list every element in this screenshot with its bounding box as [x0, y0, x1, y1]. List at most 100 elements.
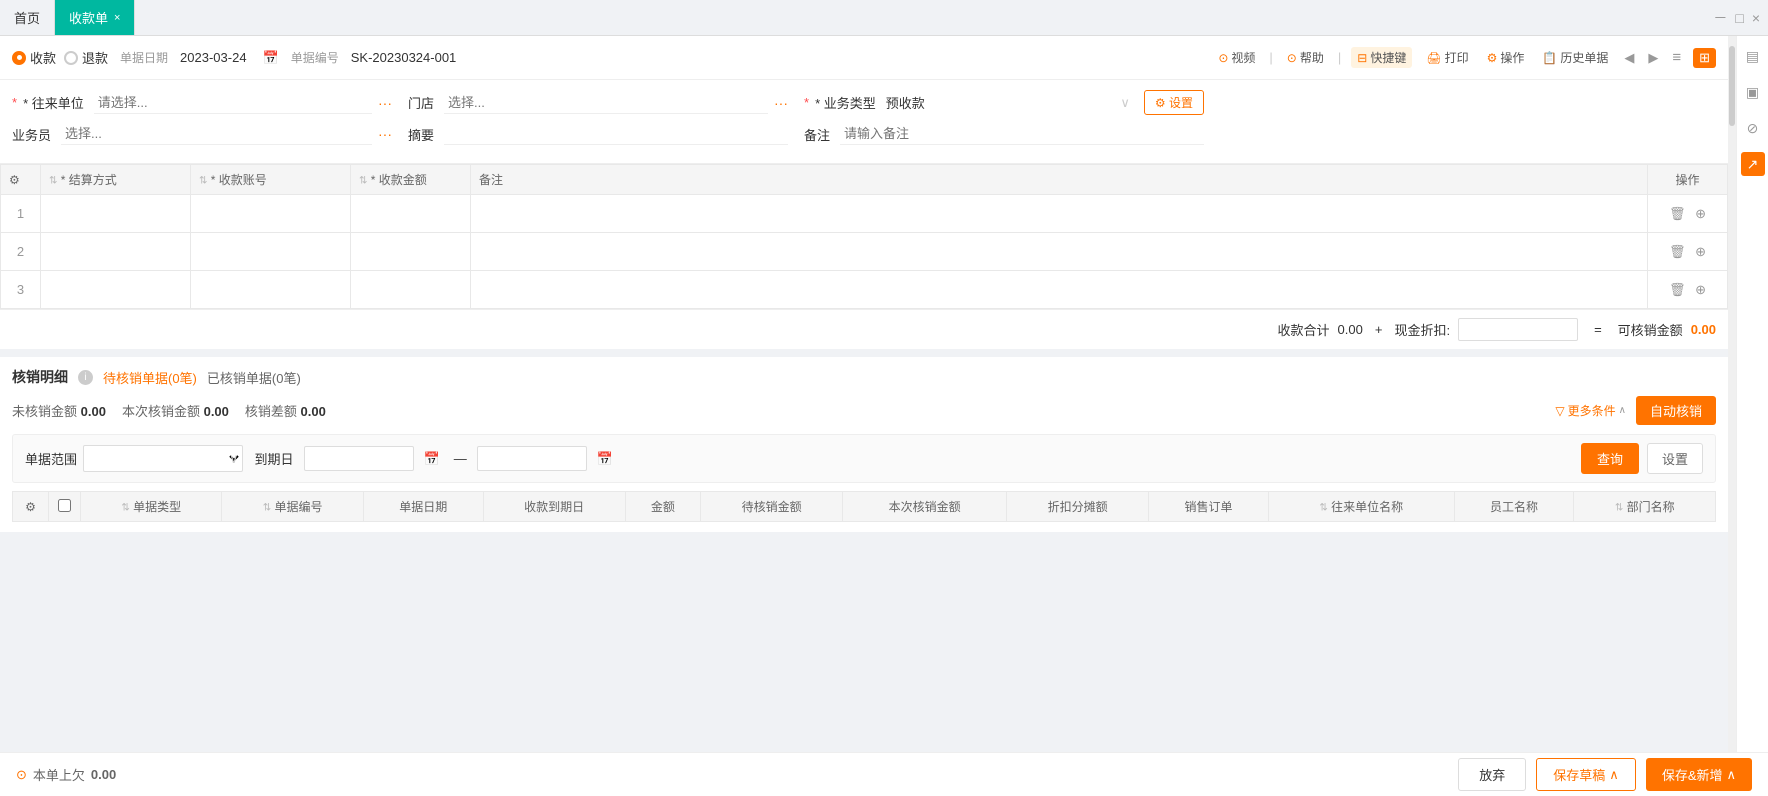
filter-icon: ▽ — [1555, 404, 1564, 418]
main-content: 收款 退款 单据日期 2023-03-24 📅 单据编号 SK-20230324… — [0, 36, 1728, 752]
tab-current[interactable]: 收款单 × — [55, 0, 135, 35]
col-settings-header[interactable]: ⚙ — [1, 165, 41, 195]
delete-icon-2[interactable]: 🗑 — [1669, 244, 1686, 259]
tab-home-label: 首页 — [14, 8, 40, 27]
row-remarks-1[interactable] — [471, 195, 1648, 233]
row-settlement-3[interactable] — [41, 271, 191, 309]
btn-shortcut[interactable]: ⊟ 快捷键 — [1351, 47, 1412, 68]
equals-sign: = — [1594, 322, 1602, 337]
row-settlement-1[interactable] — [41, 195, 191, 233]
bottom-col-doc-num: ⇅ 单据编号 — [222, 492, 363, 522]
diff-stat: 核销差额 0.00 — [245, 401, 326, 420]
partner-input[interactable] — [94, 92, 372, 114]
calendar-icon[interactable]: 📅 — [263, 50, 279, 66]
abandon-btn[interactable]: 放弃 — [1458, 758, 1526, 791]
operation-icon: ⚙ — [1487, 51, 1498, 65]
save-new-btn[interactable]: 保存&新增 ∧ — [1646, 758, 1752, 791]
more-conditions-btn[interactable]: ▽ 更多条件 ∧ — [1555, 402, 1626, 419]
upper-limit-value: 0.00 — [91, 767, 116, 782]
save-new-chevron: ∧ — [1726, 767, 1736, 783]
right-panel-icon-4[interactable]: ↗ — [1741, 152, 1765, 176]
window-controls: － □ × — [1713, 8, 1768, 28]
payment-type-group: 收款 退款 — [12, 48, 108, 67]
query-btn[interactable]: 查询 — [1581, 443, 1639, 474]
summary-input[interactable] — [444, 123, 788, 145]
row-remarks-2[interactable] — [471, 233, 1648, 271]
radio-shoukuan[interactable]: 收款 — [12, 48, 56, 67]
save-draft-btn[interactable]: 保存草稿 ∧ — [1536, 758, 1636, 791]
delete-icon-1[interactable]: 🗑 — [1669, 206, 1686, 221]
nav-right-btn[interactable]: ▶ — [1646, 50, 1660, 66]
btn-print[interactable]: 🖨 打印 — [1422, 47, 1472, 68]
store-more-btn[interactable]: ··· — [774, 95, 788, 111]
right-panel-icon-2[interactable]: ▣ — [1741, 80, 1765, 104]
row-amount-3[interactable] — [351, 271, 471, 309]
nav-new-btn[interactable]: ⊞ — [1693, 48, 1716, 68]
copy-icon-3[interactable]: ⊕ — [1695, 282, 1706, 297]
staff-more-btn[interactable]: ··· — [378, 126, 392, 142]
date-to-input[interactable]: 2022-04-12 — [477, 446, 587, 471]
business-type-chevron[interactable]: ∨ — [1120, 95, 1130, 111]
date-from-input[interactable]: 2022-04-01 — [304, 446, 414, 471]
bottom-col-dept: ⇅ 部门名称 — [1574, 492, 1716, 522]
remarks-input[interactable] — [840, 123, 1204, 145]
row-actions-2: 🗑 ⊕ — [1648, 233, 1728, 271]
staff-input[interactable] — [61, 123, 372, 145]
table-row: 2 🗑 ⊕ — [1, 233, 1728, 271]
completed-tab-link[interactable]: 已核销单据(0笔) — [207, 368, 301, 387]
tab-close-icon[interactable]: × — [114, 12, 120, 24]
row-remarks-3[interactable] — [471, 271, 1648, 309]
radio-tuikuan[interactable]: 退款 — [64, 48, 108, 67]
date-label: 单据日期 — [120, 49, 168, 66]
settings-btn[interactable]: ⚙ 设置 — [1144, 90, 1204, 115]
right-panel-icon-3[interactable]: ⊘ — [1741, 116, 1765, 140]
row-account-1[interactable] — [191, 195, 351, 233]
bottom-col-pending: 待核销金额 — [701, 492, 843, 522]
reconcile-info-icon[interactable]: i — [78, 370, 93, 385]
bottom-col-settings[interactable]: ⚙ — [13, 492, 49, 522]
store-input[interactable] — [444, 92, 768, 114]
date-cal-1[interactable]: 📅 — [424, 451, 440, 467]
right-panel-icon-1[interactable]: ▤ — [1741, 44, 1765, 68]
row-amount-1[interactable] — [351, 195, 471, 233]
btn-operation[interactable]: ⚙ 操作 — [1483, 47, 1529, 68]
row-settlement-2[interactable] — [41, 233, 191, 271]
close-btn[interactable]: × — [1752, 10, 1760, 26]
search-setting-btn[interactable]: 设置 — [1647, 443, 1703, 474]
nav-list-btn[interactable]: ≡ — [1670, 49, 1683, 66]
search-form: 单据范围 ∨ 到期日 2022-04-01 📅 — 2022-04-12 📅 查… — [12, 434, 1716, 483]
select-all-checkbox[interactable] — [58, 499, 71, 512]
btn-video[interactable]: ⊙ 视频 — [1214, 47, 1259, 68]
range-select[interactable] — [83, 445, 243, 472]
summary-label: 摘要 — [408, 125, 434, 144]
upper-limit-label: 本单上欠 — [33, 765, 85, 784]
row-num-3: 3 — [1, 271, 41, 309]
save-draft-chevron: ∧ — [1609, 767, 1619, 783]
sort-icon: ⇅ — [49, 175, 57, 186]
row-account-2[interactable] — [191, 233, 351, 271]
scroll-track[interactable] — [1728, 36, 1736, 752]
btn-help[interactable]: ⊙ 帮助 — [1283, 47, 1328, 68]
copy-icon-2[interactable]: ⊕ — [1695, 244, 1706, 259]
tab-current-label: 收款单 — [69, 8, 108, 27]
bottom-col-doc-date: 单据日期 — [363, 492, 483, 522]
sep1: | — [1269, 50, 1272, 65]
auto-reconcile-btn[interactable]: 自动核销 — [1636, 396, 1716, 425]
partner-more-btn[interactable]: ··· — [378, 95, 392, 111]
date-cal-2[interactable]: 📅 — [597, 451, 613, 467]
pending-tab-link[interactable]: 待核销单据(0笔) — [103, 368, 197, 387]
nav-left-btn[interactable]: ◀ — [1622, 50, 1636, 66]
tab-home[interactable]: 首页 — [0, 0, 55, 35]
date-label: 到期日 — [255, 449, 294, 468]
copy-icon-1[interactable]: ⊕ — [1695, 206, 1706, 221]
delete-icon-3[interactable]: 🗑 — [1669, 282, 1686, 297]
btn-history[interactable]: 📋 历史单据 — [1538, 47, 1612, 68]
minimize-btn[interactable]: － — [1713, 8, 1727, 28]
store-field: 门店 ··· — [408, 92, 788, 114]
discount-input[interactable] — [1458, 318, 1578, 341]
maximize-btn[interactable]: □ — [1735, 10, 1743, 26]
btn-shortcut-label: 快捷键 — [1370, 49, 1406, 66]
row-amount-2[interactable] — [351, 233, 471, 271]
col-action-header: 操作 — [1648, 165, 1728, 195]
row-account-3[interactable] — [191, 271, 351, 309]
